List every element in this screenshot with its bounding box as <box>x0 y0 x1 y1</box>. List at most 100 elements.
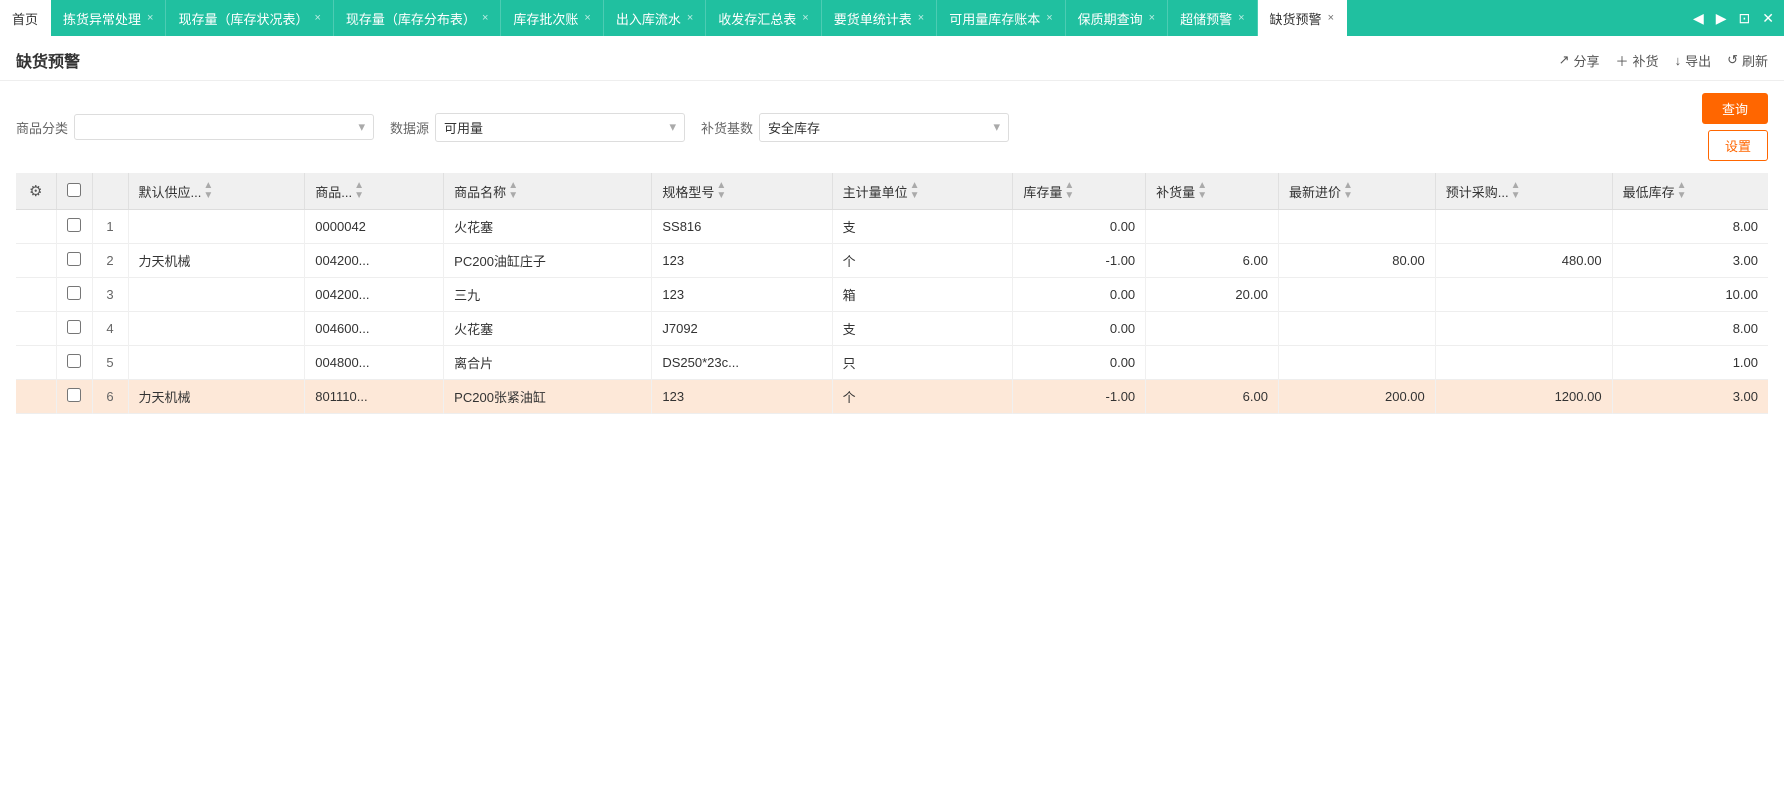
tab-2[interactable]: 现存量（库存状况表） × <box>166 0 333 36</box>
query-button[interactable]: 查询 <box>1702 93 1768 124</box>
estimated-purchase-sort-icon: ▲▼ <box>1511 181 1521 201</box>
tab-9-label: 保质期查询 <box>1078 9 1143 28</box>
row-estimated-purchase-cell <box>1435 278 1612 312</box>
row-checkbox[interactable] <box>67 286 81 300</box>
datasource-select[interactable]: 可用量 ▾ <box>435 113 685 142</box>
tab-8[interactable]: 可用量库存账本 × <box>937 0 1065 36</box>
th-settings[interactable]: ⚙ <box>16 173 56 210</box>
row-checkbox[interactable] <box>67 218 81 232</box>
tab-2-close[interactable]: × <box>314 12 320 24</box>
th-supplier-label: 默认供应... <box>139 182 202 201</box>
tab-10[interactable]: 超储预警 × <box>1168 0 1257 36</box>
row-check-cell[interactable] <box>56 210 92 244</box>
tab-restore-btn[interactable]: ⊡ <box>1733 10 1757 27</box>
row-check-cell[interactable] <box>56 346 92 380</box>
row-product-code-cell: 004200... <box>305 278 444 312</box>
category-select[interactable]: ▾ <box>74 114 374 140</box>
table-header-row: ⚙ 默认供应... ▲▼ 商品... <box>16 173 1768 210</box>
th-supplier[interactable]: 默认供应... ▲▼ <box>128 173 305 210</box>
tab-next-btn[interactable]: ▶ <box>1710 10 1733 27</box>
gear-icon[interactable]: ⚙ <box>29 183 42 200</box>
th-spec[interactable]: 规格型号 ▲▼ <box>652 173 832 210</box>
th-estimated-purchase[interactable]: 预计采购... ▲▼ <box>1435 173 1612 210</box>
tab-home[interactable]: 首页 <box>0 0 51 36</box>
select-all-checkbox[interactable] <box>67 183 81 197</box>
row-checkbox[interactable] <box>67 252 81 266</box>
row-min-stock-cell: 3.00 <box>1612 380 1768 414</box>
row-product-name-cell: 三九 <box>444 278 652 312</box>
row-settings-cell <box>16 346 56 380</box>
tab-3[interactable]: 现存量（库存分布表） × <box>334 0 501 36</box>
tab-prev-btn[interactable]: ◀ <box>1687 10 1710 27</box>
th-product-name[interactable]: 商品名称 ▲▼ <box>444 173 652 210</box>
row-spec-cell: 123 <box>652 278 832 312</box>
replenish-button[interactable]: ＋ 补货 <box>1616 51 1659 70</box>
replenish-base-select[interactable]: 安全库存 ▾ <box>759 113 1009 142</box>
row-min-stock-cell: 3.00 <box>1612 244 1768 278</box>
th-check <box>56 173 92 210</box>
row-stock-cell: 0.00 <box>1013 210 1146 244</box>
th-min-stock[interactable]: 最低库存 ▲▼ <box>1612 173 1768 210</box>
tab-6-close[interactable]: × <box>802 12 808 24</box>
export-button[interactable]: ↓ 导出 <box>1675 51 1712 70</box>
replenish-base-value: 安全库存 <box>768 118 820 137</box>
tab-1[interactable]: 拣货异常处理 × <box>51 0 166 36</box>
row-estimated-purchase-cell <box>1435 312 1612 346</box>
share-label: 分享 <box>1574 51 1600 70</box>
row-checkbox[interactable] <box>67 320 81 334</box>
row-supplier-cell <box>128 346 305 380</box>
tab-7-label: 要货单统计表 <box>834 9 912 28</box>
tab-8-close[interactable]: × <box>1046 12 1052 24</box>
tab-2-label: 现存量（库存状况表） <box>178 9 308 28</box>
tab-bar: 首页 拣货异常处理 × 现存量（库存状况表） × 现存量（库存分布表） × 库存… <box>0 0 1784 36</box>
th-unit[interactable]: 主计量单位 ▲▼ <box>832 173 1013 210</box>
tab-7-close[interactable]: × <box>918 12 924 24</box>
th-replenish-label: 补货量 <box>1156 182 1195 201</box>
tab-4-close[interactable]: × <box>584 12 590 24</box>
row-num-cell: 5 <box>92 346 128 380</box>
th-product-name-label: 商品名称 <box>454 182 506 201</box>
row-replenish-cell: 20.00 <box>1146 278 1279 312</box>
th-replenish[interactable]: 补货量 ▲▼ <box>1146 173 1279 210</box>
tab-9[interactable]: 保质期查询 × <box>1066 0 1168 36</box>
row-min-stock-cell: 1.00 <box>1612 346 1768 380</box>
row-checkbox[interactable] <box>67 388 81 402</box>
tab-6[interactable]: 收发存汇总表 × <box>706 0 821 36</box>
th-stock[interactable]: 库存量 ▲▼ <box>1013 173 1146 210</box>
tab-8-label: 可用量库存账本 <box>949 9 1040 28</box>
tab-1-close[interactable]: × <box>147 12 153 24</box>
tab-9-close[interactable]: × <box>1149 12 1155 24</box>
refresh-button[interactable]: ↺ 刷新 <box>1727 51 1768 70</box>
table-container: ⚙ 默认供应... ▲▼ 商品... <box>0 173 1784 430</box>
row-check-cell[interactable] <box>56 278 92 312</box>
row-product-code-cell: 004200... <box>305 244 444 278</box>
tab-11[interactable]: 缺货预警 × <box>1258 0 1347 36</box>
th-product-code[interactable]: 商品... ▲▼ <box>305 173 444 210</box>
tab-close-btn[interactable]: ✕ <box>1756 10 1780 27</box>
row-stock-cell: 0.00 <box>1013 278 1146 312</box>
tab-4[interactable]: 库存批次账 × <box>501 0 603 36</box>
tab-10-close[interactable]: × <box>1238 12 1244 24</box>
row-replenish-cell <box>1146 210 1279 244</box>
row-spec-cell: J7092 <box>652 312 832 346</box>
row-num-cell: 4 <box>92 312 128 346</box>
refresh-label: 刷新 <box>1742 51 1768 70</box>
row-check-cell[interactable] <box>56 244 92 278</box>
category-label: 商品分类 <box>16 118 68 137</box>
th-estimated-purchase-label: 预计采购... <box>1446 182 1509 201</box>
tab-5[interactable]: 出入库流水 × <box>604 0 706 36</box>
settings-button[interactable]: 设置 <box>1708 130 1768 161</box>
tab-5-close[interactable]: × <box>687 12 693 24</box>
row-check-cell[interactable] <box>56 312 92 346</box>
share-button[interactable]: ↗ 分享 <box>1559 51 1600 70</box>
th-latest-price[interactable]: 最新进价 ▲▼ <box>1278 173 1435 210</box>
row-checkbox[interactable] <box>67 354 81 368</box>
tab-11-close[interactable]: × <box>1328 12 1334 24</box>
table-row: 5 004800... 离合片 DS250*23c... 只 0.00 1.00 <box>16 346 1768 380</box>
tab-3-close[interactable]: × <box>482 12 488 24</box>
row-num-cell: 3 <box>92 278 128 312</box>
row-supplier-cell <box>128 312 305 346</box>
row-check-cell[interactable] <box>56 380 92 414</box>
row-supplier-cell <box>128 278 305 312</box>
tab-7[interactable]: 要货单统计表 × <box>822 0 937 36</box>
